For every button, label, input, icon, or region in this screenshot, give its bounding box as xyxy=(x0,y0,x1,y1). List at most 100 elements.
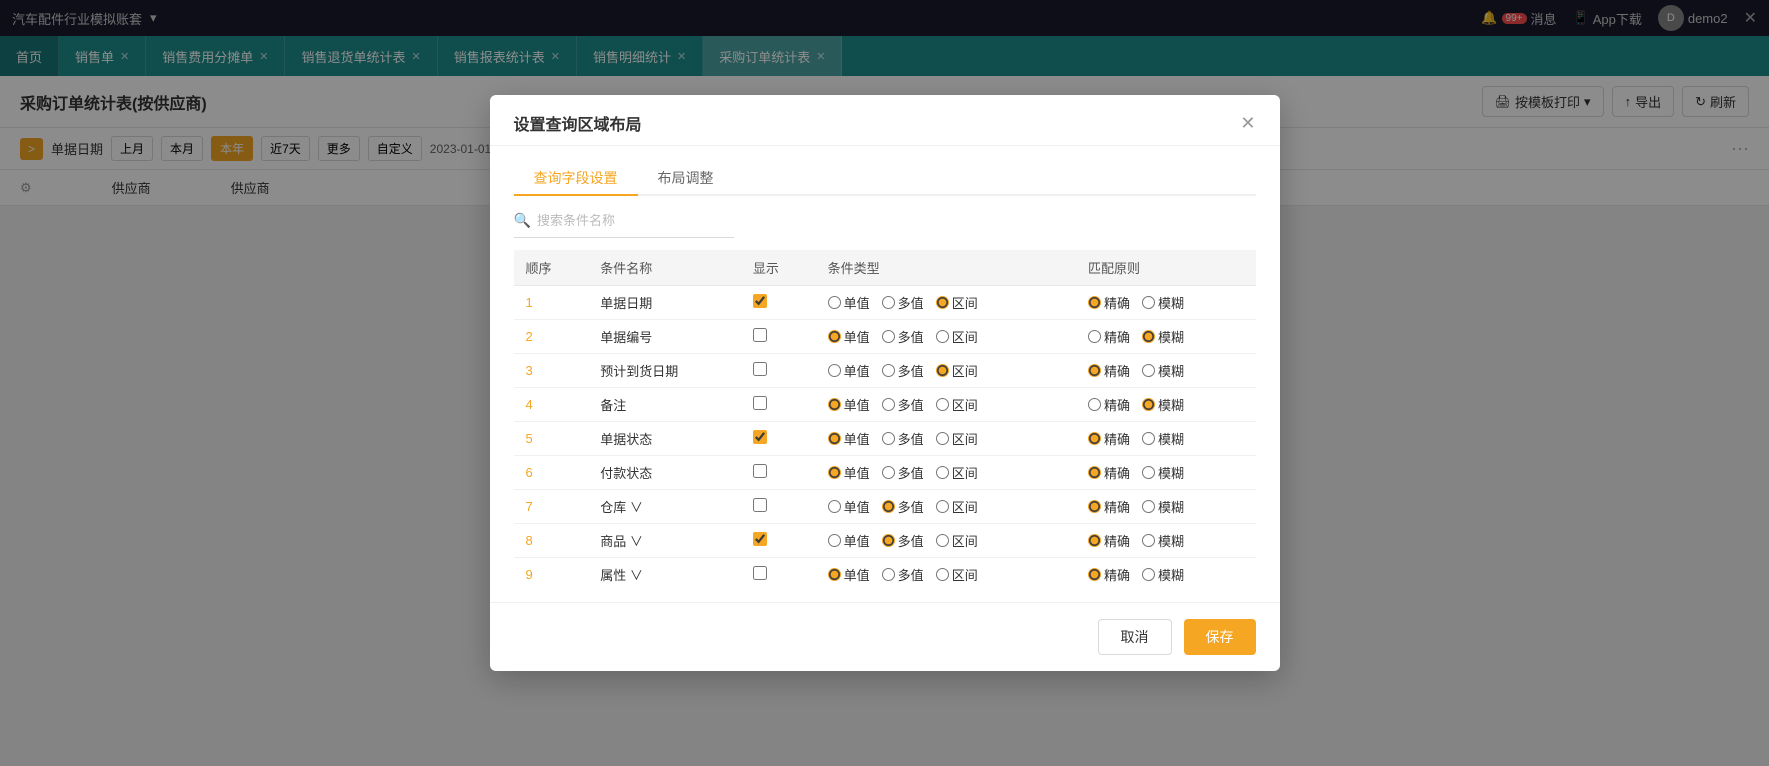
type-multi-1[interactable]: 多值 xyxy=(882,327,924,346)
row-match-4: 精确 模糊 xyxy=(1076,422,1256,456)
type-multi-5[interactable]: 多值 xyxy=(882,463,924,482)
match-radio-group-5: 精确 模糊 xyxy=(1088,463,1244,482)
type-single-5[interactable]: 单值 xyxy=(828,463,870,482)
type-range-4[interactable]: 区间 xyxy=(936,429,978,448)
match-fuzzy-8[interactable]: 模糊 xyxy=(1142,565,1184,584)
match-exact-0[interactable]: 精确 xyxy=(1088,293,1130,312)
match-fuzzy-1[interactable]: 模糊 xyxy=(1142,327,1184,346)
row-display-2 xyxy=(741,354,816,388)
match-fuzzy-6[interactable]: 模糊 xyxy=(1142,497,1184,516)
type-range-2[interactable]: 区间 xyxy=(936,361,978,380)
type-range-6[interactable]: 区间 xyxy=(936,497,978,516)
type-multi-8[interactable]: 多值 xyxy=(882,565,924,584)
display-checkbox-6[interactable] xyxy=(753,498,767,512)
match-exact-8[interactable]: 精确 xyxy=(1088,565,1130,584)
dialog: 设置查询区域布局 ✕ 查询字段设置 布局调整 🔍 xyxy=(490,95,1280,671)
display-checkbox-4[interactable] xyxy=(753,430,767,444)
tab-query-fields-label: 查询字段设置 xyxy=(534,170,618,186)
match-exact-3[interactable]: 精确 xyxy=(1088,395,1130,414)
row-type-5: 单值 多值 区间 xyxy=(816,456,1076,490)
type-radio-group-0: 单值 多值 区间 xyxy=(828,293,1064,312)
type-single-2[interactable]: 单值 xyxy=(828,361,870,380)
row-type-1: 单值 多值 区间 xyxy=(816,320,1076,354)
type-single-3[interactable]: 单值 xyxy=(828,395,870,414)
match-exact-6[interactable]: 精确 xyxy=(1088,497,1130,516)
row-name-0: 单据日期 xyxy=(588,286,741,320)
cancel-label: 取消 xyxy=(1121,629,1149,645)
search-input[interactable] xyxy=(537,213,717,228)
display-checkbox-2[interactable] xyxy=(753,362,767,376)
type-multi-3[interactable]: 多值 xyxy=(882,395,924,414)
tab-query-fields[interactable]: 查询字段设置 xyxy=(514,162,638,196)
type-single-4[interactable]: 单值 xyxy=(828,429,870,448)
match-radio-group-1: 精确 模糊 xyxy=(1088,327,1244,346)
match-exact-1[interactable]: 精确 xyxy=(1088,327,1130,346)
type-single-7[interactable]: 单值 xyxy=(828,531,870,550)
type-single-8[interactable]: 单值 xyxy=(828,565,870,584)
row-name-1: 单据编号 xyxy=(588,320,741,354)
tab-layout-adjust-label: 布局调整 xyxy=(658,170,714,186)
match-fuzzy-2[interactable]: 模糊 xyxy=(1142,361,1184,380)
type-range-1[interactable]: 区间 xyxy=(936,327,978,346)
row-match-8: 精确 模糊 xyxy=(1076,558,1256,591)
modal-overlay: 设置查询区域布局 ✕ 查询字段设置 布局调整 🔍 xyxy=(0,0,1769,766)
type-single-6[interactable]: 单值 xyxy=(828,497,870,516)
row-type-7: 单值 多值 区间 xyxy=(816,524,1076,558)
save-button[interactable]: 保存 xyxy=(1184,619,1256,655)
type-multi-6[interactable]: 多值 xyxy=(882,497,924,516)
table-row: 7仓库 ∨ 单值 多值 区间 精确 模糊 xyxy=(514,490,1256,524)
type-single-1[interactable]: 单值 xyxy=(828,327,870,346)
match-radio-group-6: 精确 模糊 xyxy=(1088,497,1244,516)
cancel-button[interactable]: 取消 xyxy=(1098,619,1172,655)
tab-layout-adjust[interactable]: 布局调整 xyxy=(638,162,734,196)
match-exact-7[interactable]: 精确 xyxy=(1088,531,1130,550)
match-radio-group-3: 精确 模糊 xyxy=(1088,395,1244,414)
type-radio-group-8: 单值 多值 区间 xyxy=(828,565,1064,584)
type-multi-7[interactable]: 多值 xyxy=(882,531,924,550)
type-range-3[interactable]: 区间 xyxy=(936,395,978,414)
type-radio-group-5: 单值 多值 区间 xyxy=(828,463,1064,482)
display-checkbox-5[interactable] xyxy=(753,464,767,478)
match-exact-5[interactable]: 精确 xyxy=(1088,463,1130,482)
row-match-5: 精确 模糊 xyxy=(1076,456,1256,490)
row-display-8 xyxy=(741,558,816,591)
row-type-4: 单值 多值 区间 xyxy=(816,422,1076,456)
row-type-0: 单值 多值 区间 xyxy=(816,286,1076,320)
row-order-7: 8 xyxy=(514,524,589,558)
display-checkbox-1[interactable] xyxy=(753,328,767,342)
conditions-table: 顺序 条件名称 显示 条件类型 匹配原则 1单据日期 单值 多值 xyxy=(514,250,1256,590)
match-exact-2[interactable]: 精确 xyxy=(1088,361,1130,380)
display-checkbox-8[interactable] xyxy=(753,566,767,580)
display-checkbox-0[interactable] xyxy=(753,294,767,308)
type-range-8[interactable]: 区间 xyxy=(936,565,978,584)
table-row: 6付款状态 单值 多值 区间 精确 模糊 xyxy=(514,456,1256,490)
match-fuzzy-0[interactable]: 模糊 xyxy=(1142,293,1184,312)
type-range-7[interactable]: 区间 xyxy=(936,531,978,550)
row-match-6: 精确 模糊 xyxy=(1076,490,1256,524)
dialog-tabs: 查询字段设置 布局调整 xyxy=(514,162,1256,196)
display-checkbox-3[interactable] xyxy=(753,396,767,410)
row-type-2: 单值 多值 区间 xyxy=(816,354,1076,388)
match-fuzzy-5[interactable]: 模糊 xyxy=(1142,463,1184,482)
type-radio-group-1: 单值 多值 区间 xyxy=(828,327,1064,346)
table-row: 3预计到货日期 单值 多值 区间 精确 模糊 xyxy=(514,354,1256,388)
match-exact-4[interactable]: 精确 xyxy=(1088,429,1130,448)
type-multi-0[interactable]: 多值 xyxy=(882,293,924,312)
search-icon: 🔍 xyxy=(514,212,531,229)
match-fuzzy-4[interactable]: 模糊 xyxy=(1142,429,1184,448)
row-name-3: 备注 xyxy=(588,388,741,422)
type-multi-4[interactable]: 多值 xyxy=(882,429,924,448)
match-fuzzy-3[interactable]: 模糊 xyxy=(1142,395,1184,414)
col-display: 显示 xyxy=(741,250,816,286)
match-fuzzy-7[interactable]: 模糊 xyxy=(1142,531,1184,550)
col-name: 条件名称 xyxy=(588,250,741,286)
save-label: 保存 xyxy=(1206,629,1234,645)
dialog-close-button[interactable]: ✕ xyxy=(1240,114,1255,132)
display-checkbox-7[interactable] xyxy=(753,532,767,546)
type-single-0[interactable]: 单值 xyxy=(828,293,870,312)
row-order-8: 9 xyxy=(514,558,589,591)
type-range-0[interactable]: 区间 xyxy=(936,293,978,312)
type-multi-2[interactable]: 多值 xyxy=(882,361,924,380)
type-range-5[interactable]: 区间 xyxy=(936,463,978,482)
row-name-7: 商品 ∨ xyxy=(588,524,741,558)
